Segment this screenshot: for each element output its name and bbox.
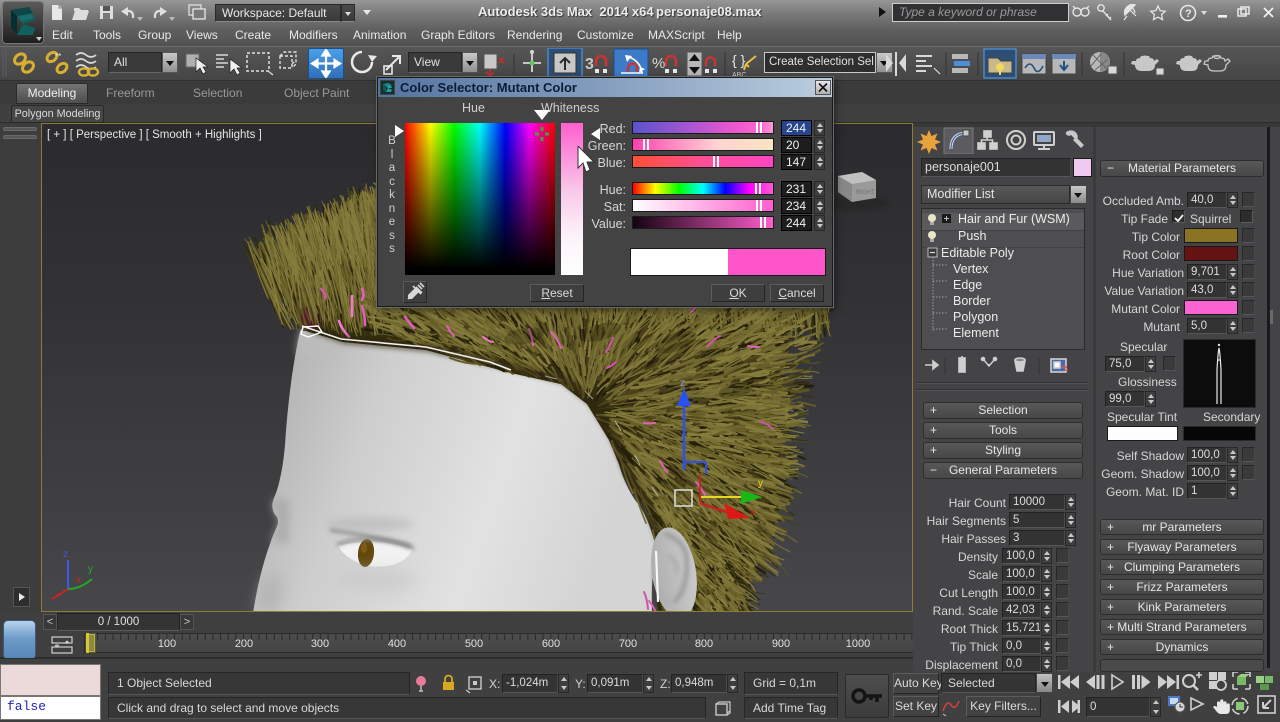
svg-text:%: %	[652, 55, 665, 72]
svg-text:z: z	[680, 378, 685, 389]
svg-text:**: **	[55, 52, 61, 61]
svg-text:{ }: { }	[732, 52, 746, 68]
svg-text:?: ?	[1185, 8, 1192, 20]
svg-text:RIGHT: RIGHT	[856, 190, 875, 196]
svg-text:y: y	[88, 564, 93, 575]
svg-text:x: x	[76, 575, 81, 586]
svg-text:z: z	[63, 549, 68, 560]
svg-text:x: x	[750, 507, 755, 518]
svg-text:y: y	[758, 478, 763, 489]
svg-text:3: 3	[585, 56, 594, 73]
